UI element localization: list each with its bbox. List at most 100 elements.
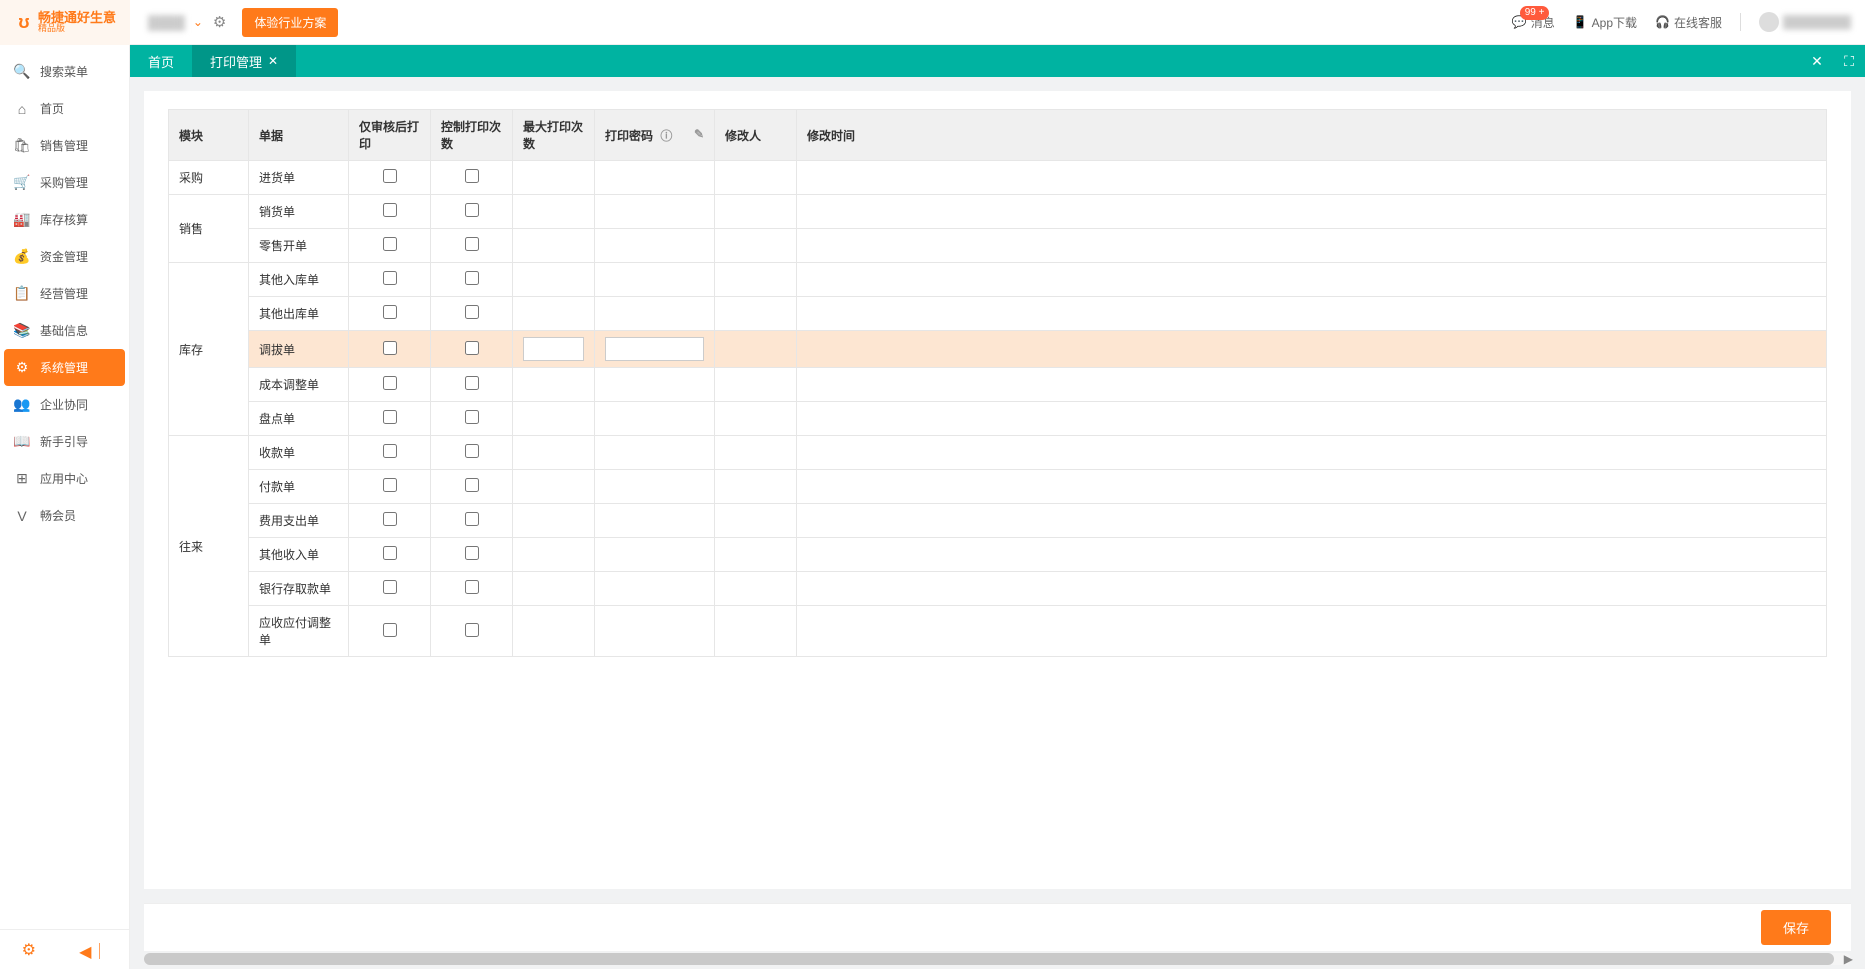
control-checkbox[interactable] <box>465 546 479 560</box>
audit-checkbox[interactable] <box>383 305 397 319</box>
sidebar-item-member[interactable]: V畅会员 <box>0 497 129 534</box>
sidebar-item-guide[interactable]: 📖新手引导 <box>0 423 129 460</box>
audit-checkbox[interactable] <box>383 580 397 594</box>
audit-checkbox[interactable] <box>383 546 397 560</box>
control-checkbox[interactable] <box>465 623 479 637</box>
cell-modifier <box>715 504 797 538</box>
cell-mtime <box>797 402 1827 436</box>
cell-max[interactable] <box>513 331 595 368</box>
sidebar-item-search-menu[interactable]: 🔍搜索菜单 <box>0 53 129 90</box>
control-checkbox[interactable] <box>465 341 479 355</box>
tab-label: 首页 <box>148 52 174 71</box>
table-row: 调拔单 <box>169 331 1827 368</box>
settings-footer-icon[interactable]: ⚙ <box>22 940 36 960</box>
sidebar-item-home[interactable]: ⌂首页 <box>0 90 129 127</box>
control-checkbox[interactable] <box>465 169 479 183</box>
sales-mgmt-icon: 🛍 <box>14 137 30 154</box>
sidebar-item-label: 企业协同 <box>40 396 88 413</box>
tenant-switcher[interactable]: ████ ⌄ <box>148 15 203 30</box>
audit-checkbox[interactable] <box>383 623 397 637</box>
scroll-right-icon[interactable]: ▶ <box>1844 952 1853 966</box>
edit-column-icon[interactable]: ✎ <box>694 127 704 141</box>
base-info-icon: 📚 <box>14 322 30 339</box>
scrollbar-thumb[interactable] <box>144 953 1834 965</box>
save-button[interactable]: 保存 <box>1761 910 1831 945</box>
sidebar-item-purchase-mgmt[interactable]: 🛒采购管理 <box>0 164 129 201</box>
sidebar-item-biz-mgmt[interactable]: 📋经营管理 <box>0 275 129 312</box>
cell-control <box>431 161 513 195</box>
control-checkbox[interactable] <box>465 305 479 319</box>
collapse-sidebar-icon[interactable]: ◀｜ <box>79 938 107 962</box>
control-checkbox[interactable] <box>465 512 479 526</box>
control-checkbox[interactable] <box>465 376 479 390</box>
control-checkbox[interactable] <box>465 410 479 424</box>
sidebar-item-system-mgmt[interactable]: ⚙系统管理 <box>4 349 125 386</box>
audit-checkbox[interactable] <box>383 341 397 355</box>
member-icon: V <box>14 508 30 524</box>
sidebar: 🔍搜索菜单⌂首页🛍销售管理🛒采购管理🏭库存核算💰资金管理📋经营管理📚基础信息⚙系… <box>0 45 130 969</box>
tab-首页[interactable]: 首页 <box>130 45 192 77</box>
sidebar-item-sales-mgmt[interactable]: 🛍销售管理 <box>0 127 129 164</box>
fullscreen-icon[interactable]: ⛶ <box>1833 45 1865 77</box>
app-header: ʊ 畅捷通好生意 精品版 ████ ⌄ ⚙ 体验行业方案 💬 99 + 消息 📱… <box>0 0 1865 45</box>
biz-mgmt-icon: 📋 <box>14 285 30 302</box>
audit-checkbox[interactable] <box>383 203 397 217</box>
sidebar-item-base-info[interactable]: 📚基础信息 <box>0 312 129 349</box>
cell-mtime <box>797 538 1827 572</box>
tab-close-icon[interactable]: ✕ <box>268 54 278 68</box>
online-service-button[interactable]: 🎧 在线客服 <box>1655 14 1722 31</box>
sidebar-item-enterprise[interactable]: 👥 企业协同 <box>0 386 129 423</box>
enterprise-icon: 👥 <box>14 396 30 413</box>
cell-bill: 盘点单 <box>249 402 349 436</box>
user-menu[interactable]: ████████ <box>1759 12 1851 32</box>
app-download-button[interactable]: 📱 App下载 <box>1573 14 1637 31</box>
cell-modifier <box>715 402 797 436</box>
cell-password <box>595 368 715 402</box>
audit-checkbox[interactable] <box>383 410 397 424</box>
sidebar-item-label: 资金管理 <box>40 248 88 265</box>
sidebar-item-app-center[interactable]: ⊞应用中心 <box>0 460 129 497</box>
settings-icon[interactable]: ⚙ <box>213 13 226 31</box>
sidebar-footer: ⚙ ◀｜ <box>0 929 129 969</box>
th-module: 模块 <box>169 110 249 161</box>
tab-打印管理[interactable]: 打印管理✕ <box>192 45 296 77</box>
max-print-input[interactable] <box>523 337 584 361</box>
app-label: App下载 <box>1592 14 1637 31</box>
help-icon[interactable]: ⓘ <box>660 129 672 143</box>
control-checkbox[interactable] <box>465 478 479 492</box>
audit-checkbox[interactable] <box>383 444 397 458</box>
cell-modifier <box>715 538 797 572</box>
audit-checkbox[interactable] <box>383 169 397 183</box>
audit-checkbox[interactable] <box>383 478 397 492</box>
industry-plan-button[interactable]: 体验行业方案 <box>242 8 338 37</box>
table-row: 成本调整单 <box>169 368 1827 402</box>
horizontal-scrollbar[interactable]: ▶ <box>144 953 1851 965</box>
cell-max <box>513 229 595 263</box>
print-password-input[interactable] <box>605 337 704 361</box>
cell-module: 库存 <box>169 263 249 436</box>
cell-password[interactable] <box>595 331 715 368</box>
audit-checkbox[interactable] <box>383 376 397 390</box>
cell-max <box>513 504 595 538</box>
sidebar-item-inventory[interactable]: 🏭库存核算 <box>0 201 129 238</box>
cell-bill: 收款单 <box>249 436 349 470</box>
avatar-icon <box>1759 12 1779 32</box>
control-checkbox[interactable] <box>465 271 479 285</box>
sidebar-item-fund-mgmt[interactable]: 💰资金管理 <box>0 238 129 275</box>
th-modifier: 修改人 <box>715 110 797 161</box>
th-mtime: 修改时间 <box>797 110 1827 161</box>
control-checkbox[interactable] <box>465 580 479 594</box>
control-checkbox[interactable] <box>465 237 479 251</box>
message-button[interactable]: 💬 99 + 消息 <box>1512 14 1555 31</box>
audit-checkbox[interactable] <box>383 512 397 526</box>
cell-password <box>595 572 715 606</box>
th-audit: 仅审核后打印 <box>349 110 431 161</box>
control-checkbox[interactable] <box>465 444 479 458</box>
close-tab-icon[interactable]: ✕ <box>1801 45 1833 77</box>
cell-control <box>431 606 513 657</box>
control-checkbox[interactable] <box>465 203 479 217</box>
audit-checkbox[interactable] <box>383 237 397 251</box>
audit-checkbox[interactable] <box>383 271 397 285</box>
cell-max <box>513 161 595 195</box>
cell-max <box>513 263 595 297</box>
